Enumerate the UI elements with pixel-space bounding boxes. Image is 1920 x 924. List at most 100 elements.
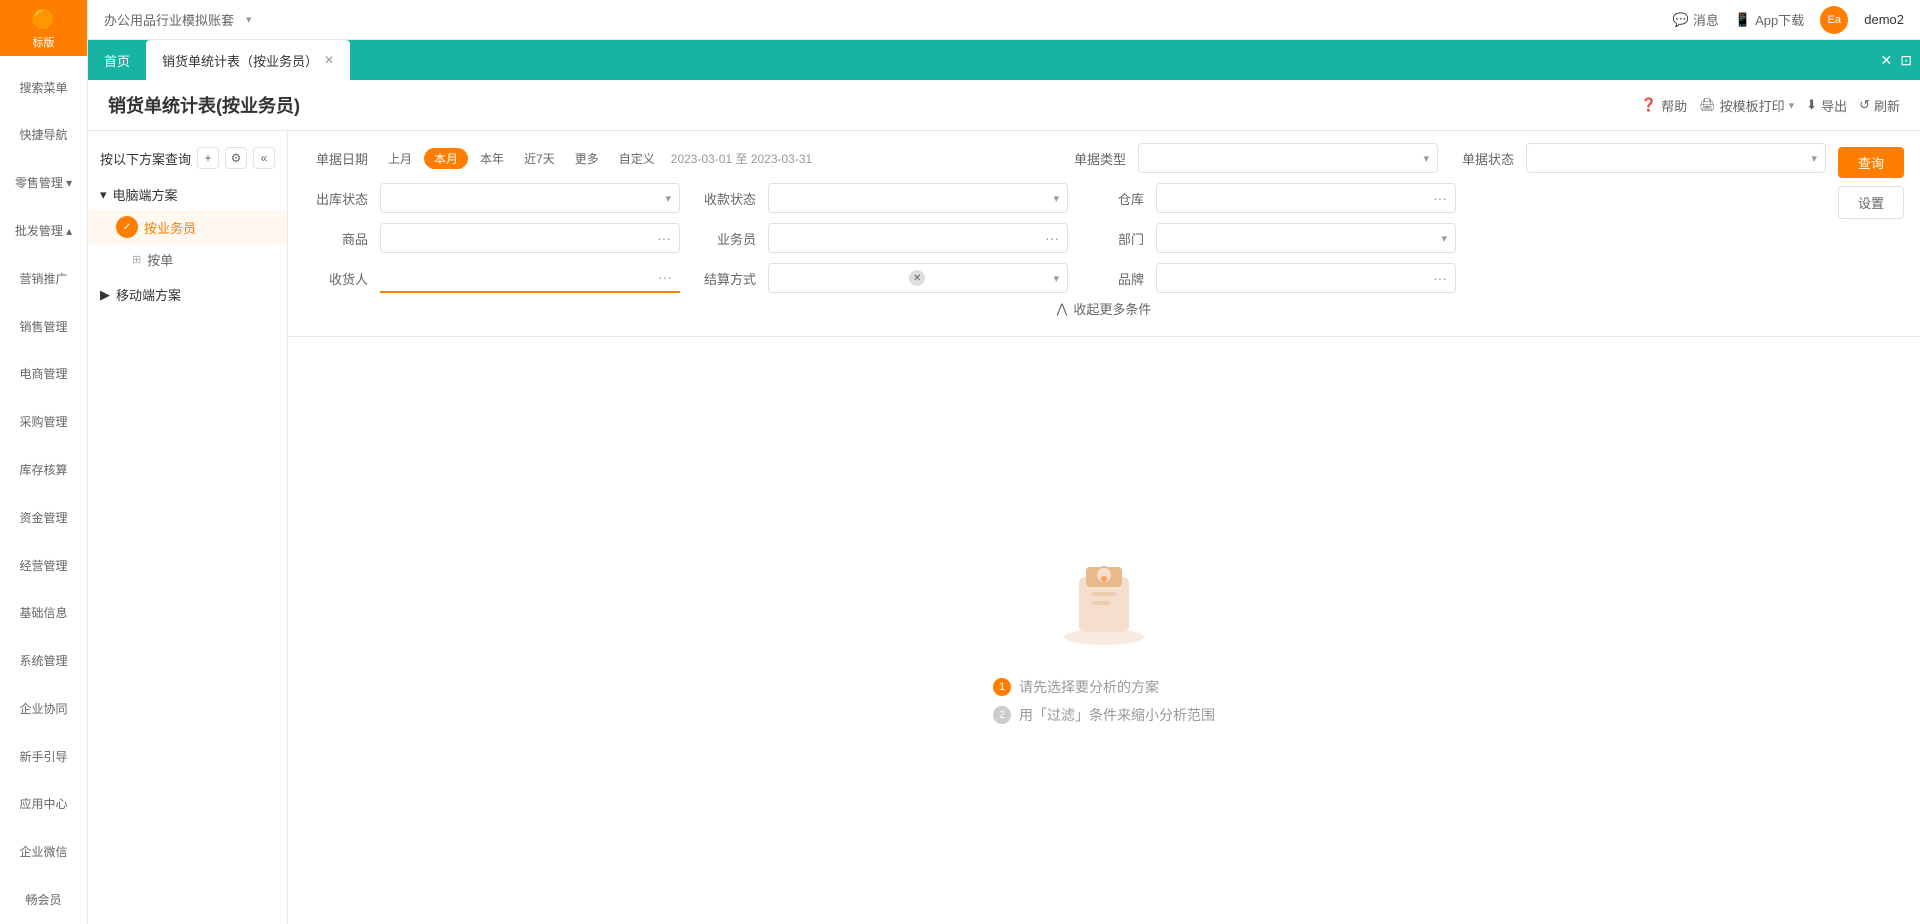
filter-row-date: 单据日期 上月 本月 本年 近7天 更多 自定义 [304, 143, 1826, 173]
export-icon: ⬇ [1806, 97, 1817, 113]
topbar-dropdown-icon[interactable]: ▾ [246, 13, 252, 26]
mobile-group-header[interactable]: ▶ 移动端方案 [88, 279, 287, 310]
salesperson-select[interactable]: ··· [768, 223, 1068, 253]
settlement-clear-icon[interactable]: ✕ [909, 270, 925, 286]
collapse-panel-button[interactable]: « [253, 147, 275, 169]
tab-maximize-icon[interactable]: ⊡ [1900, 52, 1912, 69]
date-tab-last-month[interactable]: 上月 [380, 148, 420, 169]
logo-icon: 🟠 [31, 7, 56, 32]
mobile-expand-icon: ▶ [100, 287, 110, 303]
desktop-plan-group: ▾ 电脑端方案 ✓ 按业务员 ⊞ 按单 [88, 179, 287, 275]
collapse-label: 收起更多条件 [1073, 299, 1151, 318]
brand-select[interactable]: ··· [1156, 263, 1456, 293]
query-button[interactable]: 查询 [1838, 147, 1904, 178]
sidebar-item-wechat[interactable]: 企业微信 [0, 829, 87, 877]
tabbar-actions: ✕ ⊡ [1881, 52, 1920, 69]
print-chevron-icon: ▾ [1789, 99, 1795, 112]
right-panel: 单据日期 上月 本月 本年 近7天 更多 自定义 [288, 131, 1920, 924]
filter-area: 单据日期 上月 本月 本年 近7天 更多 自定义 [288, 131, 1920, 337]
avatar[interactable]: Ea [1820, 6, 1848, 34]
settlement-select[interactable]: ✕ ▾ [768, 263, 1068, 293]
sidebar-item-marketing[interactable]: 营销推广 [0, 255, 87, 303]
sidebar-item-wholesale[interactable]: 批发管理 ▴ [0, 207, 87, 255]
sidebar-item-system[interactable]: 系统管理 [0, 637, 87, 685]
plan-item-by-salesperson[interactable]: ✓ 按业务员 [88, 210, 287, 244]
refresh-icon: ↺ [1859, 97, 1870, 113]
desktop-group-label: 电脑端方案 [113, 185, 178, 204]
message-icon: 💬 [1673, 12, 1689, 28]
page-actions: ❓ 帮助 🖨 按模板打印 ▾ ⬇ 导出 ↺ 刷新 [1641, 96, 1900, 115]
help-button[interactable]: ❓ 帮助 [1641, 96, 1687, 115]
filter-row-status: 出库状态 ▾ 收款状态 ▾ 仓库 [304, 183, 1826, 213]
sidebar-item-base[interactable]: 基础信息 [0, 590, 87, 638]
warehouse-label: 仓库 [1080, 189, 1144, 208]
sidebar-item-operation[interactable]: 经营管理 [0, 542, 87, 590]
export-button[interactable]: ⬇ 导出 [1806, 96, 1847, 115]
sidebar-item-inventory[interactable]: 库存核算 [0, 446, 87, 494]
logo-text: 标版 [33, 34, 55, 50]
collapse-icon: ⋀ [1057, 301, 1068, 317]
order-type-chevron-icon: ▾ [1423, 152, 1429, 165]
goods-select[interactable]: ··· [380, 223, 680, 253]
warehouse-select[interactable]: ··· [1156, 183, 1456, 213]
date-tab-more[interactable]: 更多 [567, 148, 607, 169]
sidebar: 🟠 标版 搜索菜单 快捷导航 零售管理 ▾ 批发管理 ▴ 营销推广 销售管理 电… [0, 0, 88, 924]
sidebar-item-enterprise[interactable]: 企业协同 [0, 685, 87, 733]
edit-plan-button[interactable]: ⚙ [225, 147, 247, 169]
sidebar-item-finance[interactable]: 资金管理 [0, 494, 87, 542]
salesperson-label: 业务员 [692, 229, 756, 248]
goods-label: 商品 [304, 229, 368, 248]
tab-home[interactable]: 首页 [88, 40, 146, 80]
plan-active-icon: ✓ [116, 216, 138, 238]
sidebar-item-retail[interactable]: 零售管理 ▾ [0, 160, 87, 208]
logo[interactable]: 🟠 标版 [0, 0, 88, 56]
department-select[interactable]: ▾ [1156, 223, 1456, 253]
tab-close-icon[interactable]: ✕ [324, 53, 334, 67]
sidebar-item-sales[interactable]: 销售管理 [0, 303, 87, 351]
left-panel: 按以下方案查询 + ⚙ « ▾ 电脑端方案 ✓ 按业务员 [88, 131, 288, 924]
add-plan-button[interactable]: + [197, 147, 219, 169]
sidebar-item-member[interactable]: 畅会员 [0, 876, 87, 924]
department-label: 部门 [1080, 229, 1144, 248]
date-tab-custom[interactable]: 自定义 [611, 148, 663, 169]
tip-num-1: 1 [993, 678, 1011, 696]
empty-tip-2: 2 用「过滤」条件来缩小分析范围 [993, 705, 1215, 725]
topbar: 办公用品行业模拟账套 ▾ 💬 消息 📱 App下载 Ea demo2 [88, 0, 1920, 40]
plan-item-by-order[interactable]: ⊞ 按单 [88, 244, 287, 275]
receiver-label: 收货人 [304, 269, 368, 288]
message-label: 消息 [1693, 10, 1719, 29]
sidebar-item-apps[interactable]: 应用中心 [0, 781, 87, 829]
filter-row-receiver: 收货人 ··· 结算方式 ✕ ▾ [304, 263, 1826, 293]
tip-text-2: 用「过滤」条件来缩小分析范围 [1019, 705, 1215, 725]
sidebar-item-guide[interactable]: 新手引导 [0, 733, 87, 781]
print-button[interactable]: 🖨 按模板打印 ▾ [1699, 96, 1794, 115]
sidebar-item-quick[interactable]: 快捷导航 [0, 112, 87, 160]
collapse-more-button[interactable]: ⋀ 收起更多条件 [304, 293, 1904, 324]
order-status-select[interactable]: ▾ [1526, 143, 1826, 173]
order-type-select[interactable]: ▾ [1138, 143, 1438, 173]
settlement-chevron-icon: ▾ [1053, 272, 1059, 285]
sidebar-item-search[interactable]: 搜索菜单 [0, 64, 87, 112]
tab-sales-stat[interactable]: 销货单统计表（按业务员） ✕ [146, 40, 350, 80]
app-icon: 📱 [1735, 12, 1751, 28]
desktop-group-header[interactable]: ▾ 电脑端方案 [88, 179, 287, 210]
out-status-select[interactable]: ▾ [380, 183, 680, 213]
left-panel-tools: + ⚙ « [197, 147, 275, 169]
order-type-label: 单据类型 [1062, 149, 1126, 168]
settings-button[interactable]: 设置 [1838, 186, 1904, 219]
message-action[interactable]: 💬 消息 [1673, 10, 1719, 29]
tabbar: 首页 销货单统计表（按业务员） ✕ ✕ ⊡ [88, 40, 1920, 80]
topbar-right: 💬 消息 📱 App下载 Ea demo2 [1673, 6, 1904, 34]
app-download-action[interactable]: 📱 App下载 [1735, 10, 1804, 29]
payment-status-select[interactable]: ▾ [768, 183, 1068, 213]
tab-close-window-icon[interactable]: ✕ [1881, 52, 1893, 69]
sidebar-item-purchase[interactable]: 采购管理 [0, 398, 87, 446]
out-status-label: 出库状态 [304, 189, 368, 208]
refresh-button[interactable]: ↺ 刷新 [1859, 96, 1900, 115]
date-tab-this-year[interactable]: 本年 [472, 148, 512, 169]
date-tab-this-month[interactable]: 本月 [424, 148, 468, 169]
order-status-chevron-icon: ▾ [1811, 152, 1817, 165]
sidebar-item-ecommerce[interactable]: 电商管理 [0, 351, 87, 399]
receiver-input[interactable]: ··· [380, 263, 680, 293]
date-tab-last-7days[interactable]: 近7天 [516, 148, 563, 169]
